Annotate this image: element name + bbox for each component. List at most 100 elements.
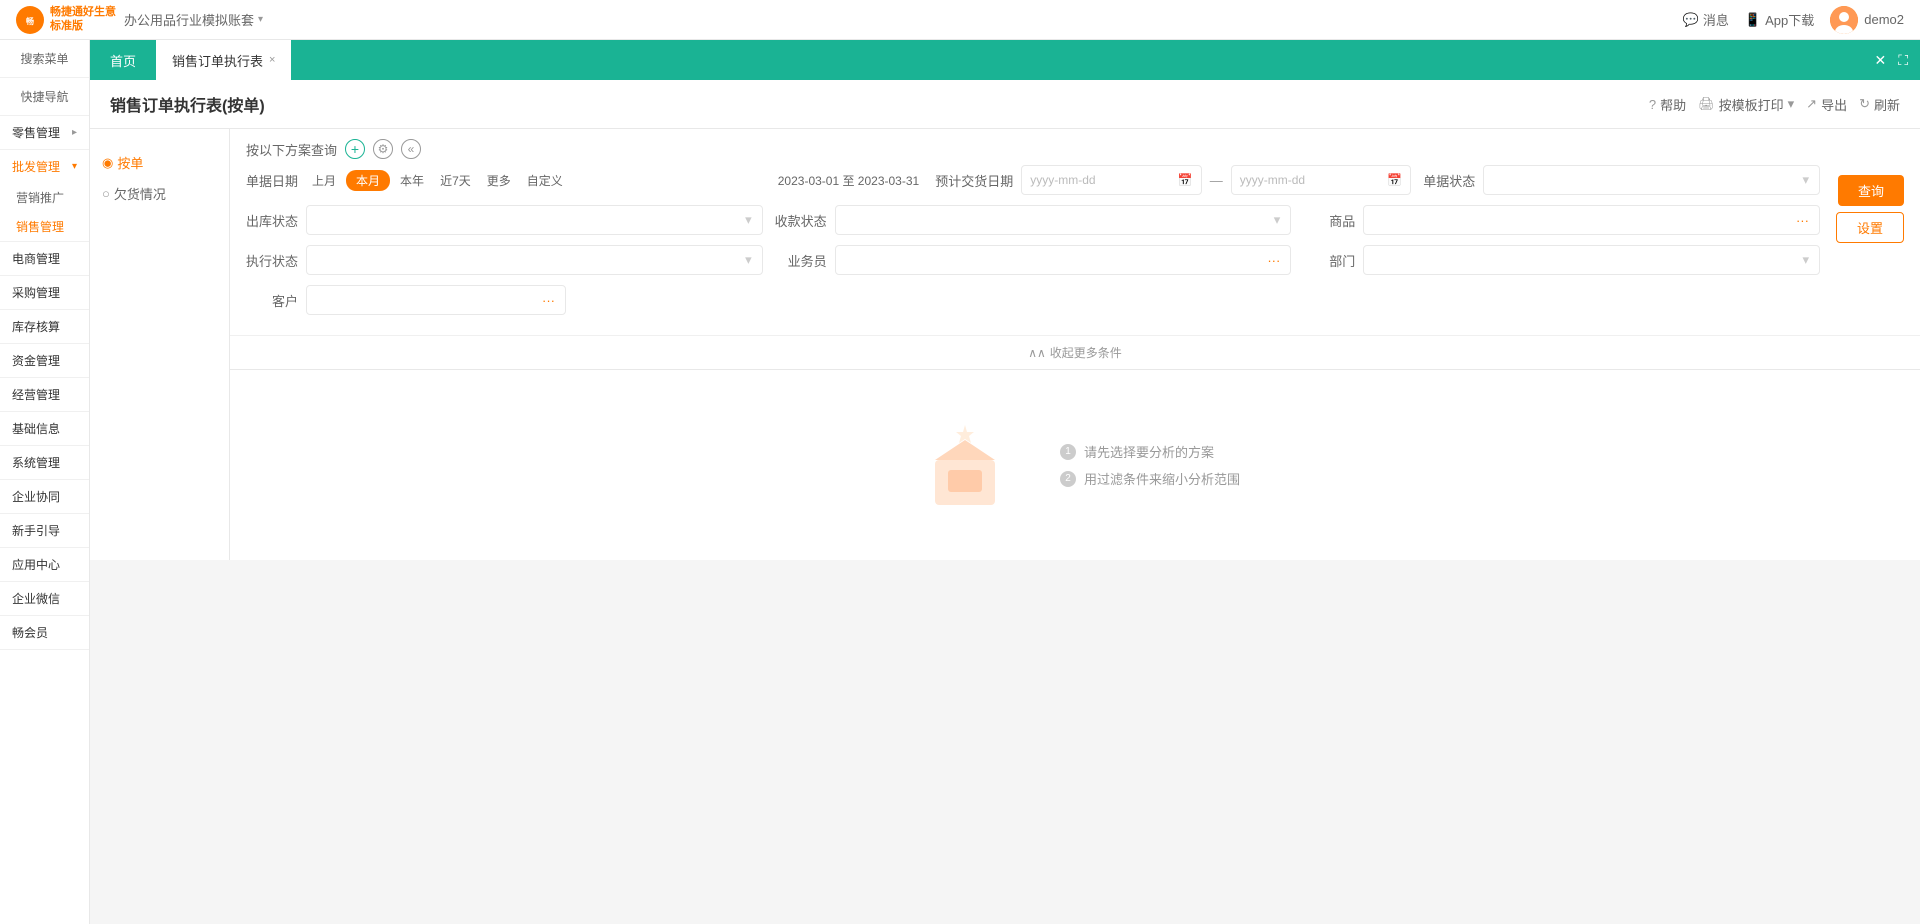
goods-dots-icon: ··· — [1796, 213, 1809, 228]
salesperson-input[interactable]: ··· — [835, 245, 1292, 275]
page-title: 销售订单执行表(按单) — [110, 92, 265, 116]
sidebar-item-member[interactable]: 畅会员 — [0, 616, 89, 649]
refresh-btn[interactable]: ↻ 刷新 — [1859, 95, 1900, 114]
tab-active[interactable]: 销售订单执行表 × — [156, 40, 291, 80]
logo-icon: 畅 — [16, 6, 44, 34]
settings-btn[interactable]: 设置 — [1836, 212, 1904, 243]
tab-close-btn[interactable]: ✕ — [1870, 48, 1890, 73]
exec-status-select[interactable]: ▾ — [306, 245, 763, 275]
sidebar-search[interactable]: 搜索菜单 — [0, 40, 89, 78]
date-type-更多[interactable]: 更多 — [481, 170, 517, 191]
tab-home[interactable]: 首页 — [90, 40, 156, 80]
doc-status-dropdown-icon: ▾ — [1802, 172, 1809, 188]
export-icon: ↗ — [1806, 96, 1817, 112]
out-status-dropdown-icon: ▾ — [745, 212, 752, 228]
message-icon: 💬 — [1683, 12, 1699, 28]
expected-date-label: 预计交货日期 — [935, 171, 1021, 190]
expected-date-start-input[interactable]: yyyy-mm-dd 📅 — [1021, 165, 1202, 195]
print-btn[interactable]: 🖨 按模板打印 ▾ — [1698, 95, 1794, 114]
export-btn[interactable]: ↗ 导出 — [1806, 95, 1847, 114]
doc-status-select[interactable]: ▾ — [1483, 165, 1820, 195]
collapse-up-icon: ∧∧ — [1028, 346, 1046, 360]
collapse-filters-bar[interactable]: ∧∧ 收起更多条件 — [230, 335, 1920, 369]
sidebar-item-system[interactable]: 系统管理 — [0, 446, 89, 479]
exec-status-label: 执行状态 — [246, 251, 306, 270]
user-menu[interactable]: demo2 — [1830, 6, 1904, 34]
empty-illustration — [910, 410, 1020, 520]
app-download-btn[interactable]: 📱 App下载 — [1745, 10, 1814, 29]
customer-label: 客户 — [246, 291, 306, 310]
help-icon: ? — [1649, 97, 1656, 112]
empty-tips: 1 请先选择要分析的方案 2 用过滤条件来缩小分析范围 — [1060, 442, 1240, 488]
filter-section-title: 按以下方案查询 — [246, 140, 337, 159]
sidebar-item-newuser[interactable]: 新手引导 — [0, 514, 89, 547]
date-type-本年[interactable]: 本年 — [394, 170, 430, 191]
print-chevron-icon: ▾ — [1788, 96, 1795, 112]
date-type-自定义[interactable]: 自定义 — [521, 170, 569, 191]
out-status-select[interactable]: ▾ — [306, 205, 763, 235]
customer-input[interactable]: ··· — [306, 285, 566, 315]
calendar-icon-2: 📅 — [1387, 173, 1402, 187]
customer-dots-icon: ··· — [542, 293, 555, 308]
sidebar-item-ecommerce[interactable]: 电商管理 — [0, 242, 89, 275]
refresh-icon: ↻ — [1859, 96, 1870, 112]
solution-欠货情况[interactable]: ○ 欠货情况 — [90, 178, 229, 209]
filter-config-btn[interactable]: ⚙ — [373, 139, 393, 159]
date-range-display: 2023-03-01 至 2023-03-31 — [774, 172, 923, 189]
help-btn[interactable]: ? 帮助 — [1649, 95, 1686, 114]
doc-status-label: 单据状态 — [1423, 171, 1483, 190]
sidebar-item-basic[interactable]: 基础信息 — [0, 412, 89, 445]
receipt-status-label: 收款状态 — [775, 211, 835, 230]
sidebar-item-purchase[interactable]: 采购管理 — [0, 276, 89, 309]
salesperson-label: 业务员 — [775, 251, 835, 270]
date-type-上月[interactable]: 上月 — [306, 170, 342, 191]
filter-add-btn[interactable]: + — [345, 139, 365, 159]
department-label: 部门 — [1303, 251, 1363, 270]
receipt-status-select[interactable]: ▾ — [835, 205, 1292, 235]
sidebar-quick-nav[interactable]: 快捷导航 — [0, 78, 89, 116]
date-separator: — — [1206, 173, 1227, 188]
sidebar-item-finance[interactable]: 资金管理 — [0, 344, 89, 377]
tip-number-1: 1 — [1060, 444, 1076, 460]
printer-icon: 🖨 — [1698, 96, 1715, 112]
debt-icon: ○ — [102, 186, 110, 201]
date-type-本月[interactable]: 本月 — [346, 170, 390, 191]
goods-input[interactable]: ··· — [1363, 205, 1820, 235]
chevron-right-icon: ▸ — [72, 127, 77, 138]
sidebar-item-wholesale[interactable]: 批发管理 ▾ — [0, 150, 89, 183]
department-select[interactable]: ▾ — [1363, 245, 1820, 275]
calendar-icon: 📅 — [1178, 173, 1193, 187]
sidebar-item-sales[interactable]: 销售管理 — [0, 212, 89, 241]
receipt-status-dropdown-icon: ▾ — [1274, 212, 1281, 228]
sidebar-item-retail[interactable]: 零售管理 ▸ — [0, 116, 89, 149]
filter-collapse-btn[interactable]: « — [401, 139, 421, 159]
expected-date-end-input[interactable]: yyyy-mm-dd 📅 — [1231, 165, 1412, 195]
logo: 畅 畅捷通好生意 标准版 — [16, 6, 116, 34]
query-btn[interactable]: 查询 — [1838, 175, 1904, 206]
department-dropdown-icon: ▾ — [1802, 252, 1809, 268]
sidebar-item-inventory[interactable]: 库存核算 — [0, 310, 89, 343]
logo-text: 畅捷通好生意 标准版 — [50, 6, 116, 32]
svg-text:畅: 畅 — [26, 16, 34, 26]
app-selector[interactable]: 办公用品行业模拟账套 ▾ — [124, 10, 263, 29]
message-btn[interactable]: 💬 消息 — [1683, 10, 1729, 29]
sidebar-item-weixin[interactable]: 企业微信 — [0, 582, 89, 615]
exec-status-dropdown-icon: ▾ — [745, 252, 752, 268]
results-area: 1 请先选择要分析的方案 2 用过滤条件来缩小分析范围 — [230, 370, 1920, 560]
goods-label: 商品 — [1303, 211, 1363, 230]
solution-按单[interactable]: ◉ 按单 — [90, 147, 229, 178]
chevron-down-icon: ▾ — [258, 14, 263, 25]
tab-close-icon[interactable]: × — [269, 54, 275, 66]
chevron-down-icon: ▾ — [72, 161, 77, 172]
solution-icon: ◉ — [102, 155, 113, 171]
salesperson-dots-icon: ··· — [1267, 253, 1280, 268]
tip-number-2: 2 — [1060, 471, 1076, 487]
sidebar-item-appstore[interactable]: 应用中心 — [0, 548, 89, 581]
sidebar-item-enterprise[interactable]: 企业协同 — [0, 480, 89, 513]
sidebar-item-marketing[interactable]: 营销推广 — [0, 183, 89, 212]
sidebar-item-operations[interactable]: 经营管理 — [0, 378, 89, 411]
tab-expand-btn[interactable]: ⛶ — [1894, 48, 1912, 73]
date-label: 单据日期 — [246, 171, 306, 190]
phone-icon: 📱 — [1745, 12, 1761, 28]
date-type-近7天[interactable]: 近7天 — [434, 170, 477, 191]
